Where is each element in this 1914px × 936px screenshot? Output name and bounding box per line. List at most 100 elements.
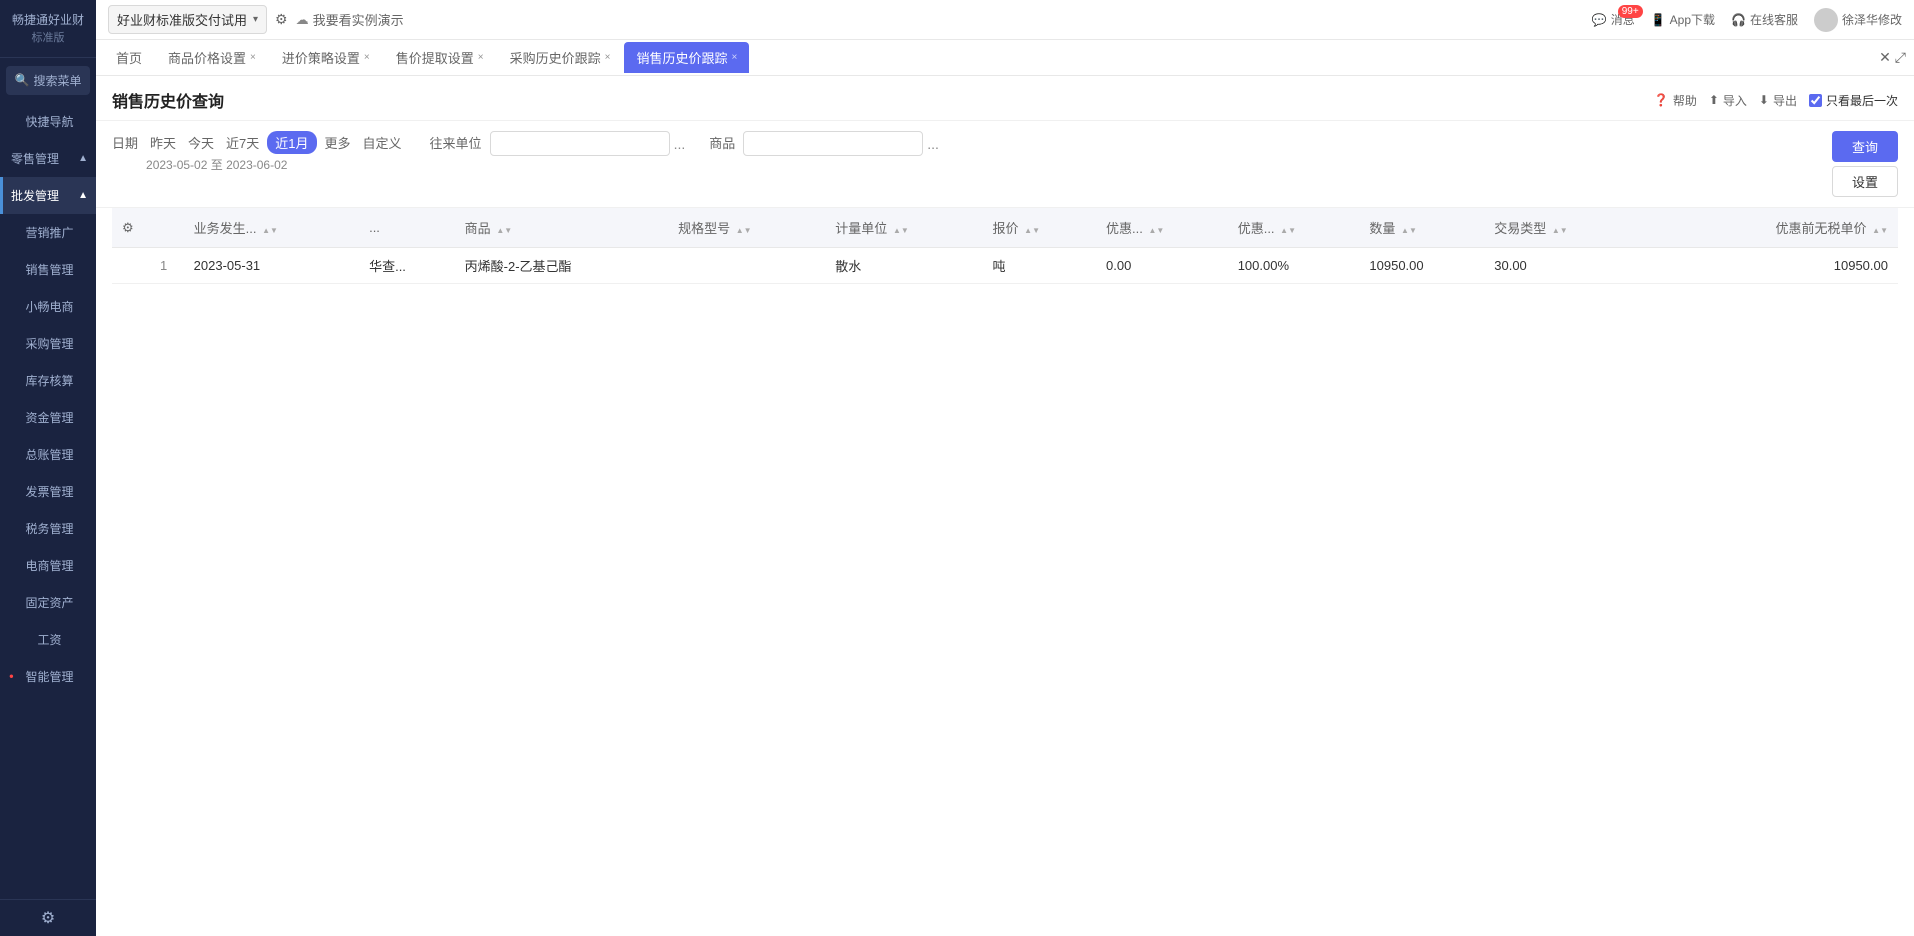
settings-button[interactable]: 设置 [1832, 166, 1898, 197]
sort-icon: ▲▼ [1401, 226, 1417, 235]
product-name-label: 好业财标准版交付试用 [117, 10, 247, 29]
date-today-btn[interactable]: 今天 [184, 131, 218, 154]
online-service-button[interactable]: 🎧 在线客服 [1731, 11, 1798, 28]
product-dots-button[interactable]: ... [927, 136, 939, 152]
search-menu-button[interactable]: 🔍 搜索菜单 [6, 66, 90, 95]
row-quoted-price: 0.00 [1096, 248, 1228, 284]
table-header: ⚙ 业务发生... ▲▼ ... 商品 ▲▼ [112, 208, 1898, 248]
tab-bar-controls: ✕ ⤢ [1879, 49, 1906, 66]
tab-maximize-button[interactable]: ⤢ [1895, 49, 1906, 66]
message-button[interactable]: 💬 消息 99+ [1592, 11, 1635, 28]
dot-indicator: ● [9, 672, 14, 681]
product-input[interactable] [743, 131, 923, 156]
sidebar-item-ledger[interactable]: 总账管理 [0, 436, 96, 473]
filter-actions: 查询 设置 [1832, 131, 1898, 197]
sidebar-item-ecommerce[interactable]: 电商管理 [0, 547, 96, 584]
sidebar-logo: 畅捷通好业财 标准版 [0, 0, 96, 58]
phone-icon: 📱 [1651, 13, 1666, 27]
only-last-input[interactable] [1809, 94, 1822, 107]
tab-close-icon[interactable]: × [731, 52, 737, 63]
sidebar-item-tax[interactable]: 税务管理 [0, 510, 96, 547]
th-price[interactable]: 报价 ▲▼ [983, 208, 1096, 248]
sidebar-item-fixed-assets[interactable]: 固定资产 [0, 584, 96, 621]
tab-close-icon[interactable]: × [605, 52, 611, 63]
sidebar-item-finance[interactable]: 资金管理 [0, 399, 96, 436]
export-icon: ⬇ [1759, 93, 1769, 107]
avatar [1814, 8, 1838, 32]
date-7days-btn[interactable]: 近7天 [222, 131, 263, 154]
tab-purchase-history[interactable]: 采购历史价跟踪 × [498, 42, 623, 73]
vendor-input[interactable] [490, 131, 670, 156]
th-biz-date[interactable]: 业务发生... ▲▼ [184, 208, 359, 248]
only-last-checkbox[interactable]: 只看最后一次 [1809, 92, 1898, 109]
tab-close-window-button[interactable]: ✕ [1879, 49, 1891, 66]
tab-price-extract[interactable]: 售价提取设置 × [384, 42, 496, 73]
tab-close-icon[interactable]: × [478, 52, 484, 63]
tab-home[interactable]: 首页 [104, 42, 154, 73]
th-discount2[interactable]: 优惠... ▲▼ [1228, 208, 1360, 248]
date-options: 昨天 今天 近7天 近1月 更多 自定义 2023-05-02 至 2023-0… [146, 131, 406, 173]
date-custom-btn[interactable]: 自定义 [359, 131, 406, 154]
date-range-display: 2023-05-02 至 2023-06-02 [146, 156, 406, 173]
row-vendor: 华查... [359, 248, 455, 284]
sidebar-item-wholesale[interactable]: 批发管理 ▲ [0, 177, 96, 214]
message-badge: 99+ [1618, 5, 1643, 18]
sort-icon: ▲▼ [496, 226, 512, 235]
vendor-input-wrap: ... [490, 131, 686, 156]
import-button[interactable]: ⬆ 导入 [1709, 92, 1747, 109]
row-discount-amt: 10950.00 [1359, 248, 1484, 284]
filter-bar: 日期 昨天 今天 近7天 近1月 更多 自定义 2023-05-02 至 202… [96, 121, 1914, 208]
sidebar-item-retail[interactable]: 零售管理 ▲ [0, 140, 96, 177]
chevron-icon: ▲ [78, 153, 88, 164]
page-header: 销售历史价查询 ❓ 帮助 ⬆ 导入 ⬇ 导出 [96, 76, 1914, 121]
query-button[interactable]: 查询 [1832, 131, 1898, 162]
product-input-wrap: ... [743, 131, 939, 156]
sidebar-item-smart-mgmt[interactable]: ● 智能管理 [0, 658, 96, 695]
sidebar-item-inventory[interactable]: 库存核算 [0, 362, 96, 399]
tab-product-price[interactable]: 商品价格设置 × [156, 42, 268, 73]
th-product[interactable]: 商品 ▲▼ [455, 208, 668, 248]
vendor-dots-button[interactable]: ... [674, 136, 686, 152]
th-settings: ⚙ [112, 208, 144, 248]
page-title: 销售历史价查询 [112, 88, 224, 112]
th-pre-tax-price[interactable]: 优惠前无税单价 ▲▼ [1675, 208, 1898, 248]
data-table: ⚙ 业务发生... ▲▼ ... 商品 ▲▼ [112, 208, 1898, 284]
product-selector[interactable]: 好业财标准版交付试用 ▾ [108, 5, 267, 34]
search-icon: 🔍 [15, 73, 30, 87]
tab-bar: 首页 商品价格设置 × 进价策略设置 × 售价提取设置 × 采购历史价跟踪 × … [96, 40, 1914, 76]
tab-sales-history[interactable]: 销售历史价跟踪 × [624, 42, 749, 73]
th-discount1[interactable]: 优惠... ▲▼ [1096, 208, 1228, 248]
app-logo-edition: 标准版 [8, 29, 88, 45]
row-product: 丙烯酸-2-乙基己酯 [455, 248, 668, 284]
sort-icon: ▲▼ [893, 226, 909, 235]
sidebar-item-marketing[interactable]: 营销推广 [0, 214, 96, 251]
sidebar-item-purchase[interactable]: 采购管理 [0, 325, 96, 362]
table-container: ⚙ 业务发生... ▲▼ ... 商品 ▲▼ [96, 208, 1914, 936]
th-unit[interactable]: 计量单位 ▲▼ [825, 208, 982, 248]
app-download-button[interactable]: 📱 App下载 [1651, 11, 1715, 28]
table-row: 1 2023-05-31 华查... 丙烯酸-2-乙基己酯 散水 吨 0.00 … [112, 248, 1898, 284]
date-yesterday-btn[interactable]: 昨天 [146, 131, 180, 154]
th-trade-type[interactable]: 交易类型 ▲▼ [1484, 208, 1641, 248]
date-more-btn[interactable]: 更多 [321, 131, 355, 154]
demo-link[interactable]: ☁ 我要看实例演示 [296, 10, 404, 29]
th-qty[interactable]: 数量 ▲▼ [1359, 208, 1484, 248]
sidebar-item-quick-nav[interactable]: 快捷导航 [0, 103, 96, 140]
th-more[interactable]: ... [359, 208, 455, 248]
sidebar-item-invoice[interactable]: 发票管理 [0, 473, 96, 510]
app-logo-name: 畅捷通好业财 [8, 12, 88, 29]
th-spec[interactable]: 规格型号 ▲▼ [668, 208, 825, 248]
user-menu-button[interactable]: 徐泽华修改 [1814, 8, 1902, 32]
export-button[interactable]: ⬇ 导出 [1759, 92, 1797, 109]
topbar-settings-button[interactable]: ⚙ [275, 11, 288, 28]
tab-cost-strategy[interactable]: 进价策略设置 × [270, 42, 382, 73]
sidebar-item-sales[interactable]: 销售管理 [0, 251, 96, 288]
sidebar-item-ecommerce-mini[interactable]: 小畅电商 [0, 288, 96, 325]
date-1month-btn[interactable]: 近1月 [267, 131, 316, 154]
sidebar-search-area: 🔍 搜索菜单 [0, 58, 96, 103]
tab-close-icon[interactable]: × [364, 52, 370, 63]
sidebar-settings-button[interactable]: ⚙ [41, 908, 55, 928]
tab-close-icon[interactable]: × [250, 52, 256, 63]
help-button[interactable]: ❓ 帮助 [1654, 92, 1697, 109]
sidebar-item-payroll[interactable]: 工资 [0, 621, 96, 658]
